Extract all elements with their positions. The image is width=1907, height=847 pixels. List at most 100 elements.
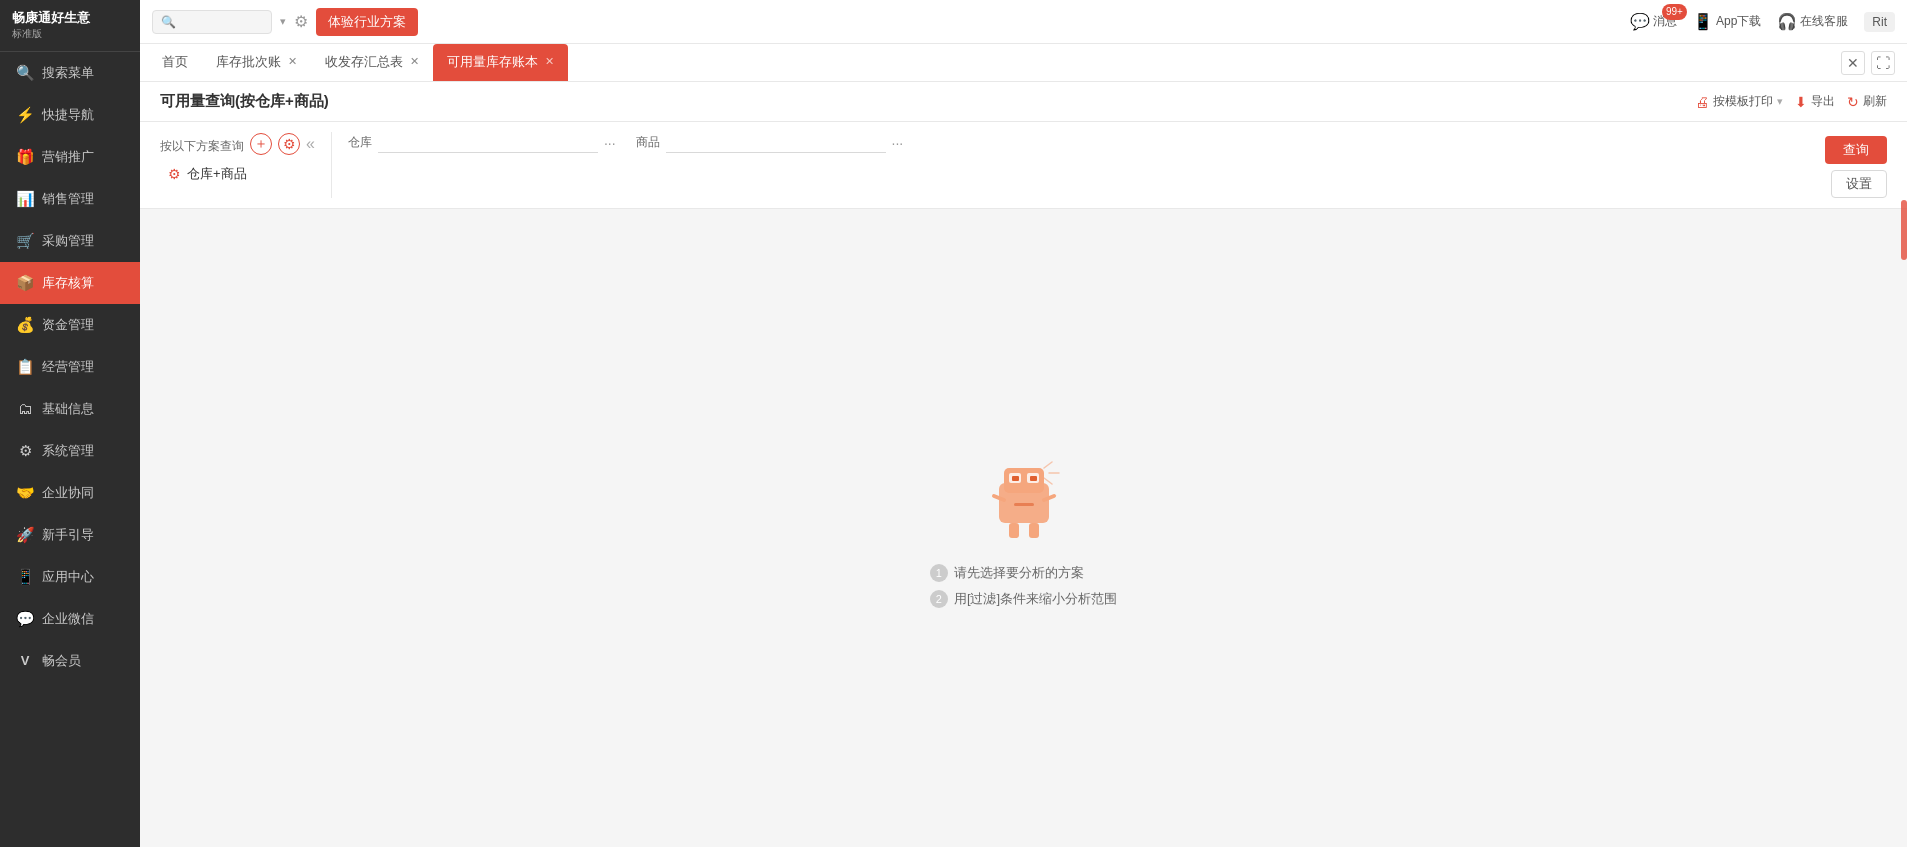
empty-illustration — [974, 448, 1074, 548]
empty-tip-1-text: 请先选择要分析的方案 — [954, 564, 1084, 582]
search-icon: 🔍 — [16, 64, 34, 82]
search-box[interactable]: 🔍 — [152, 10, 272, 34]
tab-home[interactable]: 首页 — [148, 44, 202, 81]
topbar: 🔍 ▾ ⚙ 体验行业方案 💬 消息 99+ 📱 App下载 🎧 在线客服 Rit — [140, 0, 1907, 44]
tab-receipt-summary-close-icon[interactable]: ✕ — [410, 55, 419, 68]
sidebar-item-basic-info[interactable]: 🗂 基础信息 — [0, 388, 140, 430]
empty-state: 1 请先选择要分析的方案 2 用[过滤]条件来缩小分析范围 — [140, 209, 1907, 847]
page-title: 可用量查询(按仓库+商品) — [160, 92, 329, 111]
sidebar-item-label: 企业协同 — [42, 484, 94, 502]
sidebar-item-quick-nav[interactable]: ⚡ 快捷导航 — [0, 94, 140, 136]
sidebar-item-onboarding[interactable]: 🚀 新手引导 — [0, 514, 140, 556]
filter-row: 仓库 ··· 商品 ··· — [348, 132, 1809, 153]
sidebar-item-wecom[interactable]: 💬 企业微信 — [0, 598, 140, 640]
goods-more-icon[interactable]: ··· — [892, 135, 904, 151]
empty-tip-2-text: 用[过滤]条件来缩小分析范围 — [954, 590, 1117, 608]
sidebar-item-sales[interactable]: 📊 销售管理 — [0, 178, 140, 220]
sidebar-item-label: 营销推广 — [42, 148, 94, 166]
message-count-badge: 99+ — [1662, 4, 1687, 20]
sidebar-item-cooperation[interactable]: 🤝 企业协同 — [0, 472, 140, 514]
online-service-button[interactable]: 🎧 在线客服 — [1777, 12, 1848, 31]
app-download-button[interactable]: 📱 App下载 — [1693, 12, 1761, 31]
handshake-icon: 🤝 — [16, 484, 34, 502]
user-button[interactable]: Rit — [1864, 12, 1895, 32]
sidebar-item-membership[interactable]: V 畅会员 — [0, 640, 140, 682]
empty-tips: 1 请先选择要分析的方案 2 用[过滤]条件来缩小分析范围 — [930, 564, 1117, 608]
filter-divider — [331, 132, 332, 198]
tab-receipt-summary-label: 收发存汇总表 — [325, 53, 403, 71]
money-icon: 💰 — [16, 316, 34, 334]
dropdown-chevron-icon[interactable]: ▾ — [280, 15, 286, 28]
gift-icon: 🎁 — [16, 148, 34, 166]
sidebar-item-inventory[interactable]: 📦 库存核算 — [0, 262, 140, 304]
sidebar: 畅康通好生意 标准版 🔍 搜索菜单 ⚡ 快捷导航 🎁 营销推广 📊 销售管理 🛒… — [0, 0, 140, 847]
print-dropdown-icon[interactable]: ▾ — [1777, 95, 1783, 108]
cart-icon: 🛒 — [16, 232, 34, 250]
sidebar-item-operations[interactable]: 📋 经营管理 — [0, 346, 140, 388]
svg-line-13 — [1044, 478, 1052, 484]
query-button[interactable]: 查询 — [1825, 136, 1887, 164]
tab-batch-account[interactable]: 库存批次账 ✕ — [202, 44, 311, 81]
tab-maximize-button[interactable]: ⛶ — [1871, 51, 1895, 75]
message-button[interactable]: 💬 消息 99+ — [1630, 12, 1677, 31]
inventory-icon: 📦 — [16, 274, 34, 292]
sidebar-item-marketing[interactable]: 🎁 营销推广 — [0, 136, 140, 178]
tab-available-ledger-close-icon[interactable]: ✕ — [545, 55, 554, 68]
warehouse-input[interactable] — [378, 132, 598, 153]
wechat-icon: 💬 — [16, 610, 34, 628]
sidebar-item-label: 采购管理 — [42, 232, 94, 250]
refresh-label: 刷新 — [1863, 93, 1887, 110]
online-service-label: 在线客服 — [1800, 13, 1848, 30]
print-button[interactable]: 🖨 按模板打印 ▾ — [1695, 93, 1783, 110]
sidebar-item-label: 经营管理 — [42, 358, 94, 376]
add-scheme-button[interactable]: ＋ — [250, 133, 272, 155]
filter-scheme-panel: 按以下方案查询 ＋ ⚙ « ⚙ 仓库+商品 — [160, 132, 315, 187]
lightning-icon: ⚡ — [16, 106, 34, 124]
mobile-icon: 📱 — [16, 568, 34, 586]
sidebar-item-system[interactable]: ⚙ 系统管理 — [0, 430, 140, 472]
export-icon: ⬇ — [1795, 94, 1807, 110]
sidebar-item-app-center[interactable]: 📱 应用中心 — [0, 556, 140, 598]
sidebar-item-search[interactable]: 🔍 搜索菜单 — [0, 52, 140, 94]
page-actions: 🖨 按模板打印 ▾ ⬇ 导出 ↻ 刷新 — [1695, 93, 1887, 110]
filter-actions: 查询 设置 — [1825, 132, 1887, 198]
sidebar-item-label: 库存核算 — [42, 274, 94, 292]
settings-button[interactable]: 设置 — [1831, 170, 1887, 198]
sidebar-item-label: 基础信息 — [42, 400, 94, 418]
collapse-filter-button[interactable]: « — [306, 135, 315, 153]
svg-line-11 — [1044, 462, 1052, 468]
goods-input[interactable] — [666, 132, 886, 153]
sidebar-item-label: 搜索菜单 — [42, 64, 94, 82]
scheme-settings-button[interactable]: ⚙ — [278, 133, 300, 155]
sidebar-item-label: 企业微信 — [42, 610, 94, 628]
scheme-icon: ⚙ — [168, 166, 181, 182]
sidebar-item-label: 畅会员 — [42, 652, 81, 670]
folder-icon: 🗂 — [16, 400, 34, 417]
content-area: 可用量查询(按仓库+商品) 🖨 按模板打印 ▾ ⬇ 导出 ↻ 刷新 — [140, 82, 1907, 847]
tab-batch-account-close-icon[interactable]: ✕ — [288, 55, 297, 68]
scheme-item-warehouse-goods[interactable]: ⚙ 仓库+商品 — [160, 161, 315, 187]
tab-receipt-summary[interactable]: 收发存汇总表 ✕ — [311, 44, 433, 81]
export-label: 导出 — [1811, 93, 1835, 110]
sidebar-item-purchase[interactable]: 🛒 采购管理 — [0, 220, 140, 262]
tab-close-button[interactable]: ✕ — [1841, 51, 1865, 75]
app-subtitle: 标准版 — [12, 27, 128, 41]
filter-scheme-header: 按以下方案查询 ＋ ⚙ « — [160, 132, 315, 155]
tab-available-ledger[interactable]: 可用量库存账本 ✕ — [433, 44, 568, 81]
gear-icon: ⚙ — [16, 442, 34, 460]
warehouse-more-icon[interactable]: ··· — [604, 135, 616, 151]
scrollbar-thumb[interactable] — [1901, 200, 1907, 260]
industry-solution-button[interactable]: 体验行业方案 — [316, 8, 418, 36]
refresh-button[interactable]: ↻ 刷新 — [1847, 93, 1887, 110]
app-title: 畅康通好生意 — [12, 10, 128, 27]
svg-rect-9 — [1009, 523, 1019, 538]
chart-icon: 📊 — [16, 190, 34, 208]
settings-gear-icon[interactable]: ⚙ — [294, 12, 308, 31]
sidebar-item-finance[interactable]: 💰 资金管理 — [0, 304, 140, 346]
warehouse-label: 仓库 — [348, 134, 372, 151]
sidebar-item-label: 系统管理 — [42, 442, 94, 460]
export-button[interactable]: ⬇ 导出 — [1795, 93, 1835, 110]
sidebar-item-label: 资金管理 — [42, 316, 94, 334]
message-icon: 💬 — [1630, 12, 1650, 31]
print-label: 按模板打印 — [1713, 93, 1773, 110]
